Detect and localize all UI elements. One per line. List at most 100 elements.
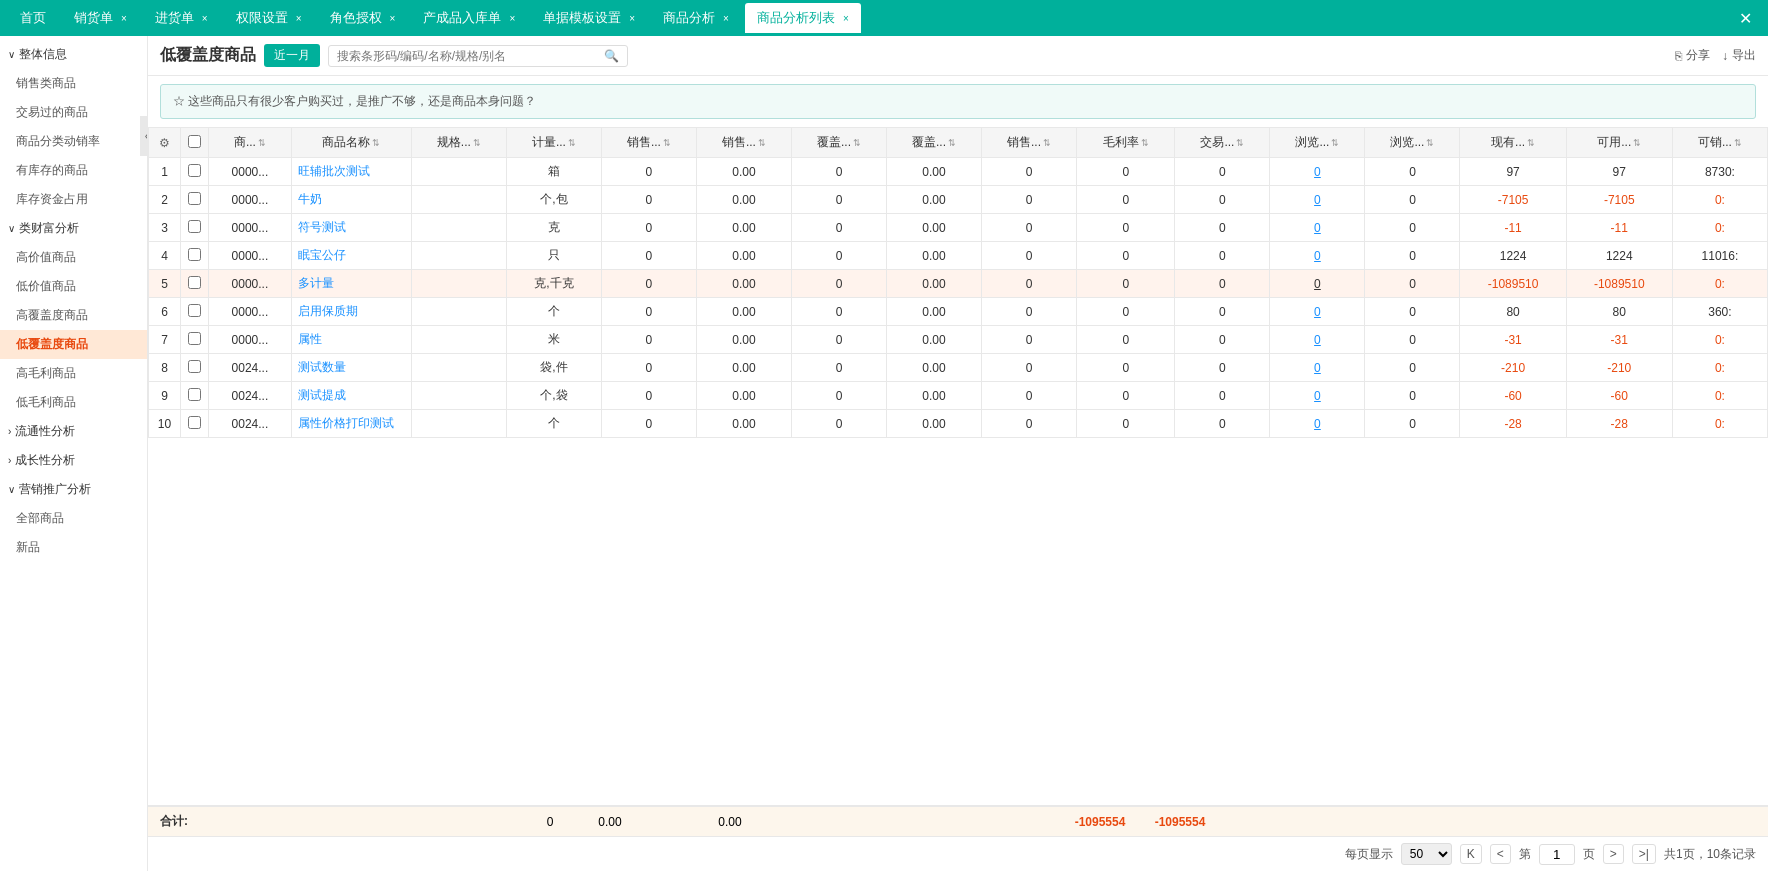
row-name[interactable]: 测试提成 [291,382,411,410]
sidebar-item-high-profit[interactable]: 高毛利商品 [0,359,147,388]
row-name[interactable]: 旺辅批次测试 [291,158,411,186]
row-name[interactable]: 测试数量 [291,354,411,382]
col-settings[interactable]: ⚙ [149,128,181,158]
row-browse1[interactable]: 0 [1270,410,1365,438]
sidebar-section-marketing[interactable]: ∨ 营销推广分析 [0,475,147,504]
next-page-button[interactable]: > [1603,844,1624,864]
sidebar-item-low-value[interactable]: 低价值商品 [0,272,147,301]
sidebar-item-inventory-capital[interactable]: 库存资金占用 [0,185,147,214]
last-page-button[interactable]: >| [1632,844,1656,864]
sidebar-collapse-button[interactable]: « [140,116,148,156]
row-checkbox[interactable] [188,220,201,233]
row-name[interactable]: 多计量 [291,270,411,298]
close-icon[interactable]: × [390,13,396,24]
nav-tab-template[interactable]: 单据模板设置 × [531,3,647,33]
row-browse1[interactable]: 0 [1270,158,1365,186]
row-name[interactable]: 属性 [291,326,411,354]
col-sales-days[interactable]: 销售...⇅ [982,128,1077,158]
row-browse1[interactable]: 0 [1270,242,1365,270]
nav-tab-permissions[interactable]: 权限设置 × [224,3,314,33]
search-input[interactable] [337,49,600,63]
nav-tab-home[interactable]: 首页 [8,3,58,33]
col-unit[interactable]: 计量...⇅ [506,128,601,158]
row-checkbox[interactable] [188,164,201,177]
sidebar-item-low-coverage[interactable]: 低覆盖度商品 [0,330,147,359]
sidebar-item-high-coverage[interactable]: 高覆盖度商品 [0,301,147,330]
close-icon[interactable]: × [629,13,635,24]
col-coverage2[interactable]: 覆盖...⇅ [887,128,982,158]
col-browse1[interactable]: 浏览...⇅ [1270,128,1365,158]
search-icon[interactable]: 🔍 [604,49,619,63]
first-page-button[interactable]: K [1460,844,1482,864]
row-browse1[interactable]: 0 [1270,214,1365,242]
row-checkbox[interactable] [188,360,201,373]
row-salable: 0: [1672,354,1767,382]
sidebar-section-overall[interactable]: ∨ 整体信息 [0,40,147,69]
col-browse2[interactable]: 浏览...⇅ [1365,128,1460,158]
col-sales-amt[interactable]: 销售...⇅ [696,128,791,158]
row-browse1[interactable]: 0 [1270,298,1365,326]
sort-icon: ⇅ [663,138,671,148]
prev-page-button[interactable]: < [1490,844,1511,864]
row-checkbox[interactable] [188,388,201,401]
row-checkbox[interactable] [188,304,201,317]
sidebar-item-low-profit[interactable]: 低毛利商品 [0,388,147,417]
row-checkbox[interactable] [188,192,201,205]
sidebar-item-traded-goods[interactable]: 交易过的商品 [0,98,147,127]
col-trans[interactable]: 交易...⇅ [1175,128,1270,158]
sidebar-item-stocked-goods[interactable]: 有库存的商品 [0,156,147,185]
col-coverage1[interactable]: 覆盖...⇅ [791,128,886,158]
close-icon[interactable]: × [509,13,515,24]
sidebar-section-wealth[interactable]: ∨ 类财富分析 [0,214,147,243]
row-name[interactable]: 启用保质期 [291,298,411,326]
share-button[interactable]: ⎘ 分享 [1675,47,1710,64]
row-checkbox[interactable] [188,332,201,345]
col-gross-rate[interactable]: 毛利率⇅ [1077,128,1175,158]
export-button[interactable]: ↓ 导出 [1722,47,1756,64]
col-code[interactable]: 商...⇅ [209,128,292,158]
col-current-stock[interactable]: 现有...⇅ [1460,128,1566,158]
row-browse2: 0 [1365,382,1460,410]
row-browse1[interactable]: 0 [1270,326,1365,354]
sidebar-item-high-value[interactable]: 高价值商品 [0,243,147,272]
row-checkbox[interactable] [188,276,201,289]
sidebar-section-liquidity[interactable]: › 流通性分析 [0,417,147,446]
nav-tab-analysis[interactable]: 商品分析 × [651,3,741,33]
nav-tab-sales[interactable]: 销货单 × [62,3,139,33]
row-name[interactable]: 属性价格打印测试 [291,410,411,438]
row-browse1[interactable]: 0 [1270,354,1365,382]
sidebar-item-all-goods[interactable]: 全部商品 [0,504,147,533]
col-spec[interactable]: 规格...⇅ [411,128,506,158]
sidebar-item-new-goods[interactable]: 新品 [0,533,147,562]
nav-tab-inventory[interactable]: 产成品入库单 × [411,3,527,33]
select-all-checkbox[interactable] [188,135,201,148]
row-name[interactable]: 眠宝公仔 [291,242,411,270]
nav-tab-analysis-list[interactable]: 商品分析列表 × [745,3,861,33]
col-sales-qty[interactable]: 销售...⇅ [601,128,696,158]
close-icon[interactable]: × [843,13,849,24]
window-close-button[interactable]: ✕ [1731,5,1760,32]
close-icon[interactable]: × [296,13,302,24]
row-browse1[interactable]: 0 [1270,382,1365,410]
close-icon[interactable]: × [121,13,127,24]
settings-icon[interactable]: ⚙ [159,136,170,150]
row-browse1[interactable]: 0 [1270,270,1365,298]
nav-tab-roles[interactable]: 角色授权 × [318,3,408,33]
col-salable[interactable]: 可销...⇅ [1672,128,1767,158]
page-number-input[interactable] [1539,844,1575,865]
row-name[interactable]: 牛奶 [291,186,411,214]
close-icon[interactable]: × [723,13,729,24]
sidebar-item-sales-goods[interactable]: 销售类商品 [0,69,147,98]
filter-recent-month-button[interactable]: 近一月 [264,44,320,67]
col-name[interactable]: 商品名称⇅ [291,128,411,158]
row-checkbox[interactable] [188,416,201,429]
page-size-select[interactable]: 50 20 100 [1401,843,1452,865]
row-name[interactable]: 符号测试 [291,214,411,242]
row-checkbox[interactable] [188,248,201,261]
sidebar-section-growth[interactable]: › 成长性分析 [0,446,147,475]
sidebar-item-category-rate[interactable]: 商品分类动销率 [0,127,147,156]
nav-tab-purchase[interactable]: 进货单 × [143,3,220,33]
row-browse1[interactable]: 0 [1270,186,1365,214]
col-available[interactable]: 可用...⇅ [1566,128,1672,158]
close-icon[interactable]: × [202,13,208,24]
